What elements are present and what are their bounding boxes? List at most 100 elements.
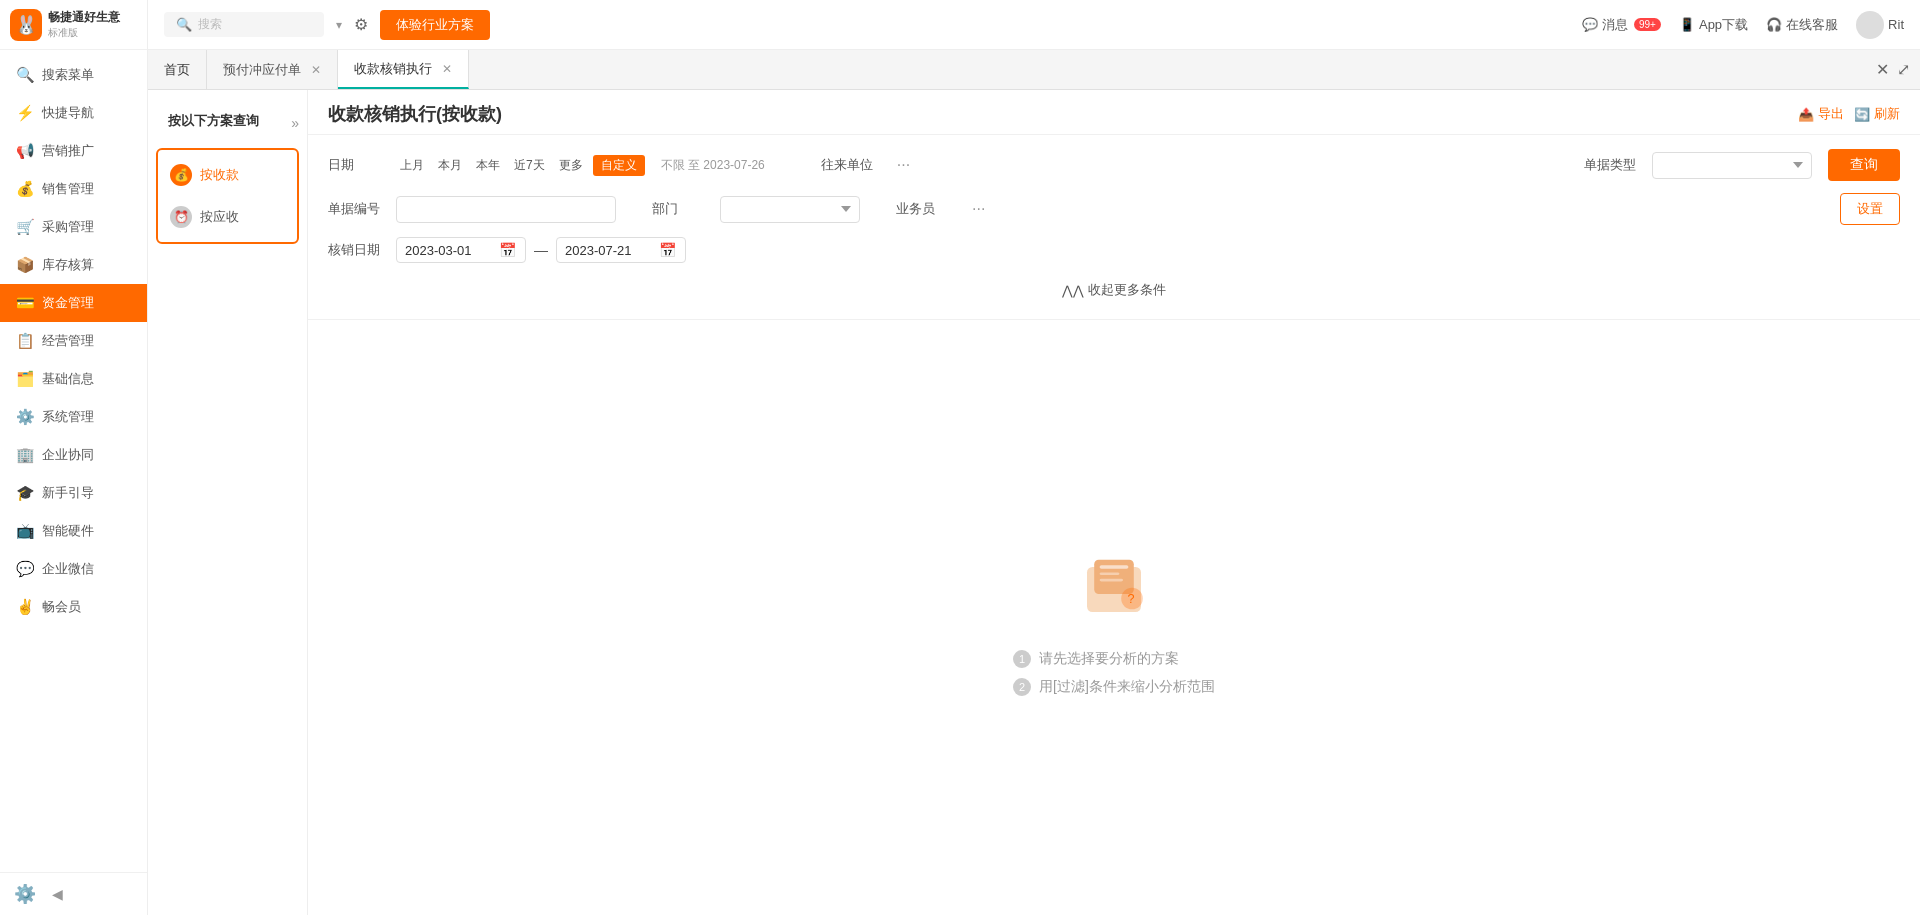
empty-tips: 1 请先选择要分析的方案 2 用[过滤]条件来缩小分析范围 [1013, 650, 1215, 696]
user-avatar-btn[interactable]: Rit [1856, 11, 1904, 39]
sidebar-item-hardware[interactable]: 📺智能硬件 [0, 512, 147, 550]
write-off-date-label: 核销日期 [328, 241, 380, 259]
tab-actions: ✕ ⤢ [1876, 60, 1920, 79]
filter-item-receivable[interactable]: ⏰ 按应收 [158, 196, 297, 238]
tab-prepay[interactable]: 预付冲应付单 ✕ [207, 50, 338, 89]
marketing-icon: 📢 [16, 142, 34, 160]
svg-rect-2 [1100, 565, 1129, 569]
sidebar-item-marketing[interactable]: 📢营销推广 [0, 132, 147, 170]
counter-party-label: 往来单位 [821, 156, 873, 174]
online-service-btn[interactable]: 🎧 在线客服 [1766, 16, 1838, 34]
sidebar-item-inventory[interactable]: 📦库存核算 [0, 246, 147, 284]
staff-label: 业务员 [896, 200, 948, 218]
settings-icon[interactable]: ⚙️ [14, 883, 36, 905]
message-btn[interactable]: 💬 消息 99+ [1582, 16, 1661, 34]
dept-label: 部门 [652, 200, 704, 218]
logo: 🐰 畅捷通好生意 标准版 [0, 0, 147, 50]
tab-label-prepay: 预付冲应付单 [223, 61, 301, 79]
svg-rect-4 [1100, 578, 1123, 581]
close-tab-icon[interactable]: ✕ [1876, 60, 1889, 79]
staff-dots-btn[interactable]: ··· [964, 200, 993, 218]
write-off-end-wrap: 📅 [556, 237, 686, 263]
sidebar-item-search[interactable]: 🔍搜索菜单 [0, 56, 147, 94]
tab-close-collection[interactable]: ✕ [442, 62, 452, 76]
write-off-start-wrap: 📅 [396, 237, 526, 263]
counter-party-dots-btn[interactable]: ··· [889, 156, 918, 174]
form-row-3: 核销日期 📅 — 📅 [328, 237, 1900, 263]
write-off-date-range: 📅 — 📅 [396, 237, 686, 263]
message-icon: 💬 [1582, 17, 1598, 32]
wechat-icon: 💬 [16, 560, 34, 578]
collapse-sidebar-icon[interactable]: ◀ [52, 886, 63, 902]
cal-end-icon[interactable]: 📅 [659, 242, 676, 258]
sidebar-item-finance[interactable]: 💳资金管理 [0, 284, 147, 322]
finance-icon: 💳 [16, 294, 34, 312]
voucher-no-label: 单据编号 [328, 200, 380, 218]
date-shortcuts: 上月 本月 本年 近7天 更多 自定义 [396, 155, 645, 176]
voucher-type-select[interactable] [1652, 152, 1812, 179]
empty-illustration: ? [1069, 540, 1159, 630]
expand-icon[interactable]: ⤢ [1897, 60, 1910, 79]
content: 按以下方案查询 » 💰 按收款 ⏰ 按应收 收款核销执行(按收款) [148, 90, 1920, 915]
sidebar-item-member[interactable]: ✌️畅会员 [0, 588, 147, 626]
export-btn[interactable]: 📤 导出 [1798, 105, 1844, 123]
receivable-icon: ⏰ [170, 206, 192, 228]
date-btn-7days[interactable]: 近7天 [510, 155, 549, 176]
sidebar-item-system[interactable]: ⚙️系统管理 [0, 398, 147, 436]
date-btn-more[interactable]: 更多 [555, 155, 587, 176]
sidebar-item-cooperation[interactable]: 🏢企业协同 [0, 436, 147, 474]
date-btn-last-month[interactable]: 上月 [396, 155, 428, 176]
app-download-btn[interactable]: 📱 App下载 [1679, 16, 1748, 34]
sidebar-item-purchase[interactable]: 🛒采购管理 [0, 208, 147, 246]
date-btn-this-year[interactable]: 本年 [472, 155, 504, 176]
dept-select[interactable] [720, 196, 860, 223]
sidebar-item-operation[interactable]: 📋经营管理 [0, 322, 147, 360]
form-row-2: 单据编号 部门 业务员 ··· 设置 [328, 193, 1900, 225]
write-off-end-input[interactable] [565, 243, 655, 258]
sidebar-item-basic[interactable]: 🗂️基础信息 [0, 360, 147, 398]
main-panel: 收款核销执行(按收款) 📤 导出 🔄 刷新 日期 [308, 90, 1920, 915]
voucher-no-input[interactable] [396, 196, 616, 223]
filter-collapse-icon[interactable]: » [291, 115, 299, 131]
topbar-search[interactable]: 🔍 搜索 [164, 12, 324, 37]
sidebar-item-sales[interactable]: 💰销售管理 [0, 170, 147, 208]
topbar-gear-icon[interactable]: ⚙ [354, 15, 368, 34]
query-btn[interactable]: 查询 [1828, 149, 1900, 181]
guide-icon: 🎓 [16, 484, 34, 502]
filter-title: 按以下方案查询 [156, 106, 271, 140]
sidebar-item-wechat[interactable]: 💬企业微信 [0, 550, 147, 588]
tab-collection[interactable]: 收款核销执行✕ [338, 50, 469, 89]
filter-options: 💰 按收款 ⏰ 按应收 [156, 148, 299, 244]
settings-btn[interactable]: 设置 [1840, 193, 1900, 225]
collapse-more-btn[interactable]: ⋀⋀ 收起更多条件 [328, 275, 1900, 305]
empty-tip-1: 1 请先选择要分析的方案 [1013, 650, 1215, 668]
main: 🔍 搜索 ▾ ⚙ 体验行业方案 💬 消息 99+ 📱 App下载 🎧 在线客服 … [148, 0, 1920, 915]
sidebar-item-quick[interactable]: ⚡快捷导航 [0, 94, 147, 132]
solution-btn[interactable]: 体验行业方案 [380, 10, 490, 40]
service-icon: 🎧 [1766, 17, 1782, 32]
topbar-chevron-icon[interactable]: ▾ [336, 18, 342, 32]
date-hint: 不限 至 2023-07-26 [661, 157, 765, 174]
tab-home[interactable]: 首页 [148, 50, 207, 89]
empty-tip-2: 2 用[过滤]条件来缩小分析范围 [1013, 678, 1215, 696]
cooperation-icon: 🏢 [16, 446, 34, 464]
topbar-right: 💬 消息 99+ 📱 App下载 🎧 在线客服 Rit [1582, 11, 1904, 39]
operation-icon: 📋 [16, 332, 34, 350]
sidebar: 🐰 畅捷通好生意 标准版 🔍搜索菜单⚡快捷导航📢营销推广💰销售管理🛒采购管理📦库… [0, 0, 148, 915]
date-btn-this-month[interactable]: 本月 [434, 155, 466, 176]
query-form: 日期 上月 本月 本年 近7天 更多 自定义 不限 至 2023-07-26 往… [308, 135, 1920, 320]
write-off-start-input[interactable] [405, 243, 495, 258]
logo-text: 畅捷通好生意 标准版 [48, 10, 120, 39]
form-row-1: 日期 上月 本月 本年 近7天 更多 自定义 不限 至 2023-07-26 往… [328, 149, 1900, 181]
svg-text:?: ? [1128, 592, 1135, 606]
search-icon: 🔍 [176, 17, 192, 32]
sidebar-item-guide[interactable]: 🎓新手引导 [0, 474, 147, 512]
tab-close-prepay[interactable]: ✕ [311, 63, 321, 77]
refresh-btn[interactable]: 🔄 刷新 [1854, 105, 1900, 123]
svg-rect-3 [1100, 572, 1120, 575]
filter-item-collection[interactable]: 💰 按收款 [158, 154, 297, 196]
search-icon: 🔍 [16, 66, 34, 84]
date-btn-custom[interactable]: 自定义 [593, 155, 645, 176]
cal-start-icon[interactable]: 📅 [499, 242, 516, 258]
collapse-up-icon: ⋀⋀ [1062, 283, 1084, 298]
